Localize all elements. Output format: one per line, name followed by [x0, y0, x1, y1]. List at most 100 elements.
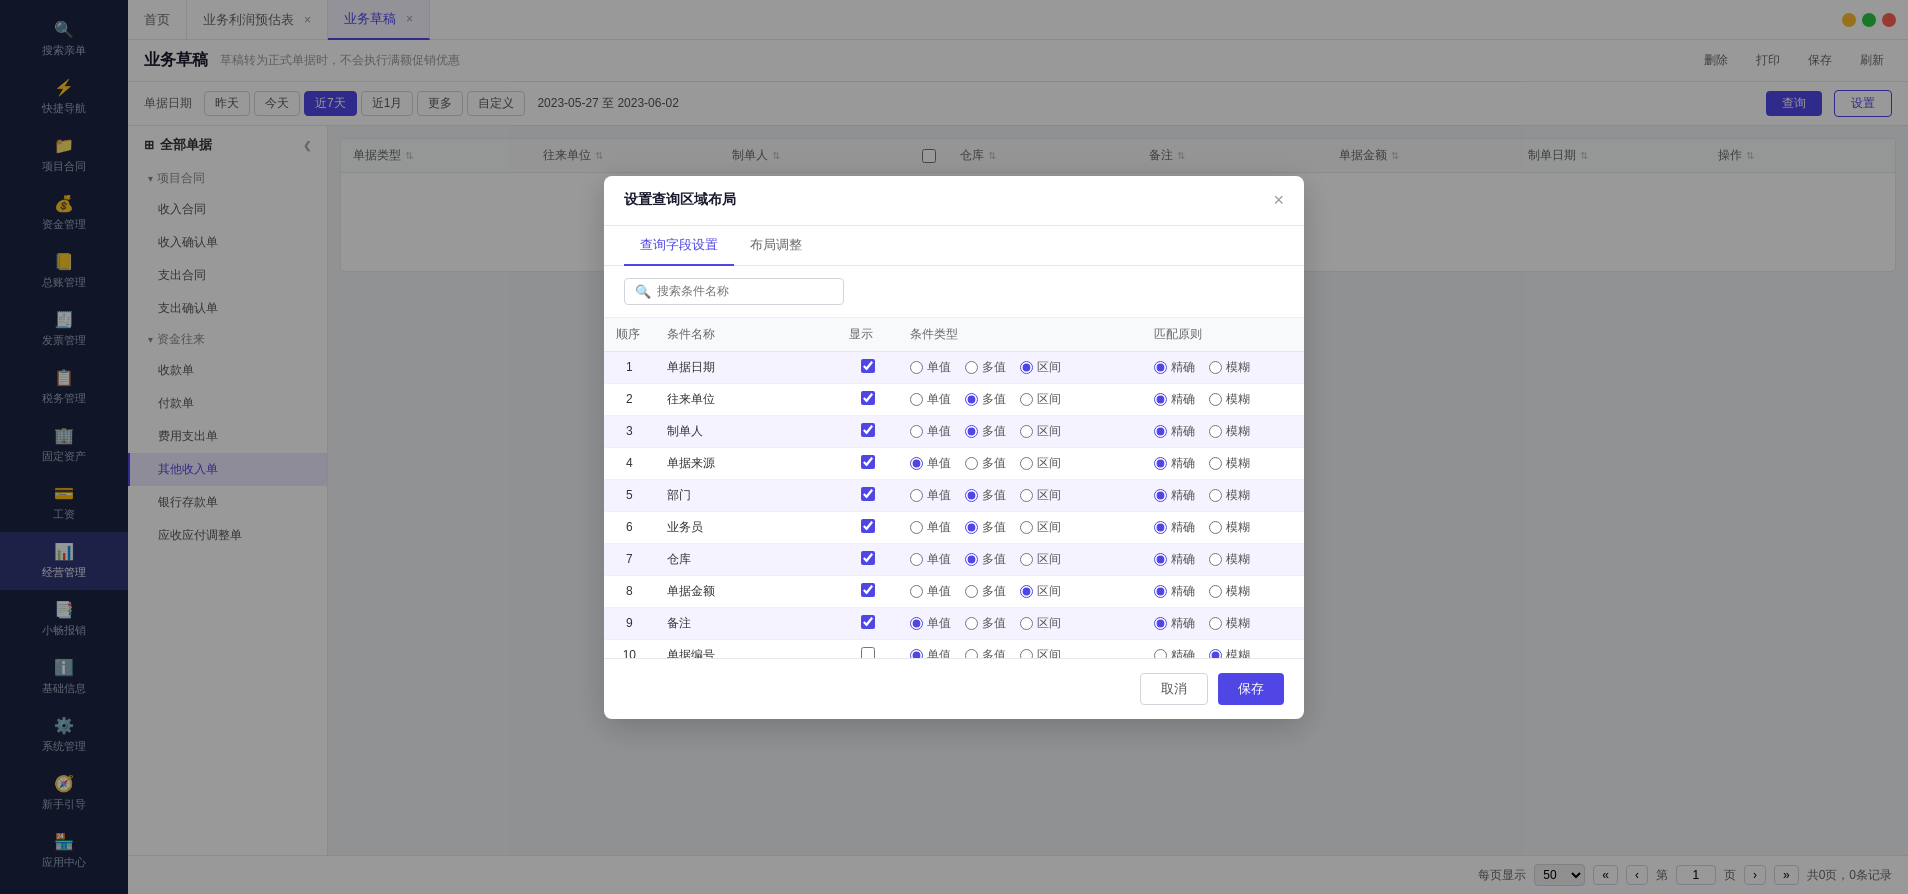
type-option-多值-10[interactable]: 多值: [965, 647, 1006, 658]
match-radio-精确-10[interactable]: [1154, 649, 1167, 658]
type-option-多值-7[interactable]: 多值: [965, 551, 1006, 568]
match-radio-模糊-8[interactable]: [1209, 585, 1222, 598]
type-option-单值-10[interactable]: 单值: [910, 647, 951, 658]
type-option-区间-7[interactable]: 区间: [1020, 551, 1061, 568]
match-radio-精确-6[interactable]: [1154, 521, 1167, 534]
match-radio-模糊-1[interactable]: [1209, 361, 1222, 374]
show-checkbox-10[interactable]: [861, 647, 875, 658]
match-option-精确-5[interactable]: 精确: [1154, 487, 1195, 504]
match-option-精确-8[interactable]: 精确: [1154, 583, 1195, 600]
search-input[interactable]: [657, 284, 833, 298]
match-radio-模糊-10[interactable]: [1209, 649, 1222, 658]
type-radio-单值-1[interactable]: [910, 361, 923, 374]
type-option-区间-8[interactable]: 区间: [1020, 583, 1061, 600]
match-option-精确-3[interactable]: 精确: [1154, 423, 1195, 440]
type-option-区间-6[interactable]: 区间: [1020, 519, 1061, 536]
match-option-精确-9[interactable]: 精确: [1154, 615, 1195, 632]
type-radio-区间-9[interactable]: [1020, 617, 1033, 630]
type-radio-多值-6[interactable]: [965, 521, 978, 534]
modal-close-btn[interactable]: ×: [1273, 190, 1284, 211]
type-option-区间-1[interactable]: 区间: [1020, 359, 1061, 376]
match-option-模糊-7[interactable]: 模糊: [1209, 551, 1250, 568]
type-radio-单值-4[interactable]: [910, 457, 923, 470]
type-option-单值-3[interactable]: 单值: [910, 423, 951, 440]
type-radio-区间-5[interactable]: [1020, 489, 1033, 502]
match-option-精确-6[interactable]: 精确: [1154, 519, 1195, 536]
type-radio-多值-9[interactable]: [965, 617, 978, 630]
match-option-精确-7[interactable]: 精确: [1154, 551, 1195, 568]
type-option-区间-2[interactable]: 区间: [1020, 391, 1061, 408]
type-option-区间-10[interactable]: 区间: [1020, 647, 1061, 658]
type-option-单值-7[interactable]: 单值: [910, 551, 951, 568]
type-radio-单值-10[interactable]: [910, 649, 923, 658]
type-radio-区间-1[interactable]: [1020, 361, 1033, 374]
type-option-单值-9[interactable]: 单值: [910, 615, 951, 632]
type-radio-多值-5[interactable]: [965, 489, 978, 502]
type-radio-多值-1[interactable]: [965, 361, 978, 374]
type-radio-多值-2[interactable]: [965, 393, 978, 406]
match-radio-精确-5[interactable]: [1154, 489, 1167, 502]
match-radio-模糊-3[interactable]: [1209, 425, 1222, 438]
match-option-模糊-8[interactable]: 模糊: [1209, 583, 1250, 600]
type-option-多值-8[interactable]: 多值: [965, 583, 1006, 600]
modal-tab-布局调整[interactable]: 布局调整: [734, 226, 818, 266]
match-radio-精确-4[interactable]: [1154, 457, 1167, 470]
match-option-精确-10[interactable]: 精确: [1154, 647, 1195, 658]
type-radio-单值-3[interactable]: [910, 425, 923, 438]
type-radio-单值-5[interactable]: [910, 489, 923, 502]
match-option-精确-2[interactable]: 精确: [1154, 391, 1195, 408]
type-option-多值-3[interactable]: 多值: [965, 423, 1006, 440]
type-option-多值-1[interactable]: 多值: [965, 359, 1006, 376]
save-button[interactable]: 保存: [1218, 673, 1284, 705]
type-radio-单值-9[interactable]: [910, 617, 923, 630]
type-radio-区间-2[interactable]: [1020, 393, 1033, 406]
type-option-多值-6[interactable]: 多值: [965, 519, 1006, 536]
type-radio-区间-4[interactable]: [1020, 457, 1033, 470]
type-option-多值-2[interactable]: 多值: [965, 391, 1006, 408]
show-checkbox-1[interactable]: [861, 359, 875, 373]
match-option-模糊-2[interactable]: 模糊: [1209, 391, 1250, 408]
type-option-单值-5[interactable]: 单值: [910, 487, 951, 504]
type-option-单值-2[interactable]: 单值: [910, 391, 951, 408]
show-checkbox-7[interactable]: [861, 551, 875, 565]
type-radio-区间-3[interactable]: [1020, 425, 1033, 438]
type-radio-多值-4[interactable]: [965, 457, 978, 470]
type-option-单值-1[interactable]: 单值: [910, 359, 951, 376]
show-checkbox-3[interactable]: [861, 423, 875, 437]
show-checkbox-8[interactable]: [861, 583, 875, 597]
match-radio-精确-9[interactable]: [1154, 617, 1167, 630]
match-radio-精确-2[interactable]: [1154, 393, 1167, 406]
type-radio-单值-6[interactable]: [910, 521, 923, 534]
match-option-模糊-5[interactable]: 模糊: [1209, 487, 1250, 504]
type-radio-单值-7[interactable]: [910, 553, 923, 566]
type-radio-多值-3[interactable]: [965, 425, 978, 438]
match-option-模糊-3[interactable]: 模糊: [1209, 423, 1250, 440]
match-radio-模糊-6[interactable]: [1209, 521, 1222, 534]
type-radio-多值-8[interactable]: [965, 585, 978, 598]
match-radio-精确-7[interactable]: [1154, 553, 1167, 566]
match-option-模糊-9[interactable]: 模糊: [1209, 615, 1250, 632]
match-radio-模糊-4[interactable]: [1209, 457, 1222, 470]
type-option-单值-4[interactable]: 单值: [910, 455, 951, 472]
type-option-区间-3[interactable]: 区间: [1020, 423, 1061, 440]
match-radio-模糊-5[interactable]: [1209, 489, 1222, 502]
show-checkbox-4[interactable]: [861, 455, 875, 469]
type-radio-区间-8[interactable]: [1020, 585, 1033, 598]
type-option-单值-6[interactable]: 单值: [910, 519, 951, 536]
match-option-精确-1[interactable]: 精确: [1154, 359, 1195, 376]
match-option-精确-4[interactable]: 精确: [1154, 455, 1195, 472]
type-radio-单值-8[interactable]: [910, 585, 923, 598]
type-radio-单值-2[interactable]: [910, 393, 923, 406]
match-radio-精确-1[interactable]: [1154, 361, 1167, 374]
type-option-区间-9[interactable]: 区间: [1020, 615, 1061, 632]
type-option-多值-5[interactable]: 多值: [965, 487, 1006, 504]
match-radio-模糊-9[interactable]: [1209, 617, 1222, 630]
modal-tab-查询字段设置[interactable]: 查询字段设置: [624, 226, 734, 266]
match-radio-精确-8[interactable]: [1154, 585, 1167, 598]
match-radio-模糊-7[interactable]: [1209, 553, 1222, 566]
type-radio-区间-10[interactable]: [1020, 649, 1033, 658]
show-checkbox-5[interactable]: [861, 487, 875, 501]
type-radio-区间-7[interactable]: [1020, 553, 1033, 566]
type-option-多值-4[interactable]: 多值: [965, 455, 1006, 472]
show-checkbox-9[interactable]: [861, 615, 875, 629]
